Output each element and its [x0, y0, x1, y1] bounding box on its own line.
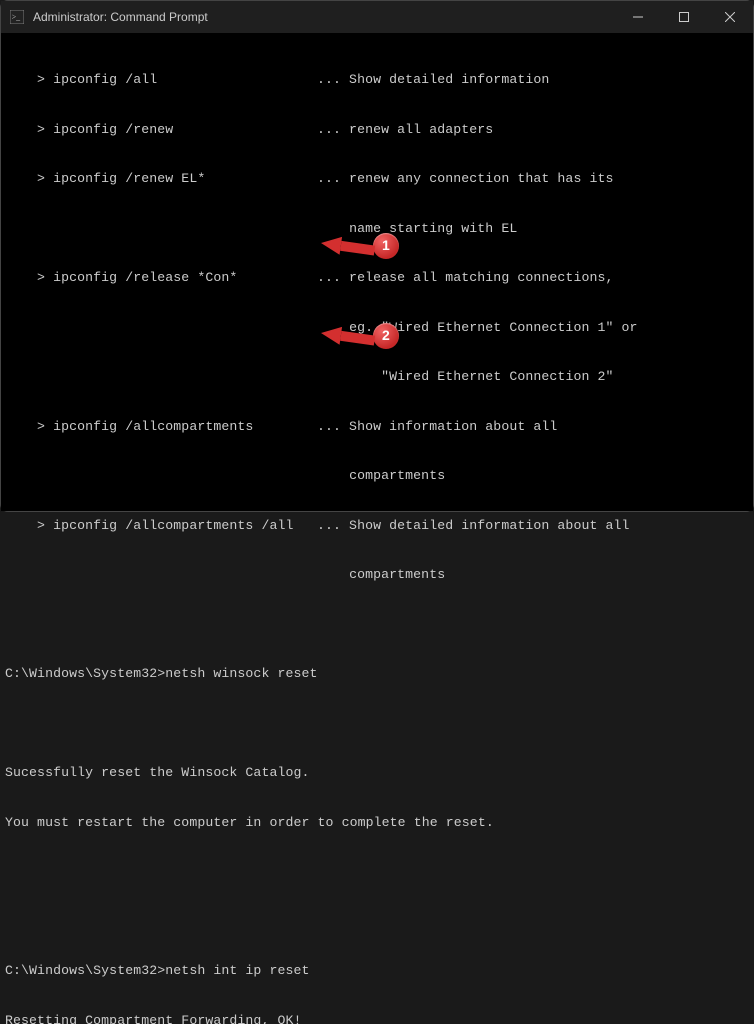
help-cmd	[5, 567, 317, 584]
help-desc: ... renew any connection that has its	[317, 171, 749, 188]
help-cmd	[5, 221, 317, 238]
help-cmd: > ipconfig /renew	[5, 122, 317, 139]
maximize-button[interactable]	[661, 1, 707, 33]
output-line: Sucessfully reset the Winsock Catalog.	[5, 765, 749, 782]
svg-text:>_: >_	[12, 13, 20, 22]
help-desc: ... Show detailed information about all	[317, 518, 749, 535]
help-desc: eg. "Wired Ethernet Connection 1" or	[317, 320, 749, 337]
terminal-body[interactable]: > ipconfig /all... Show detailed informa…	[1, 33, 753, 511]
help-desc: ... Show detailed information	[317, 72, 749, 89]
help-desc: ... release all matching connections,	[317, 270, 749, 287]
help-cmd: > ipconfig /allcompartments /all	[5, 518, 317, 535]
help-cmd	[5, 369, 317, 386]
cmd-icon: >_	[9, 9, 25, 25]
prompt-path: C:\Windows\System32>	[5, 666, 165, 681]
help-cmd: > ipconfig /release *Con*	[5, 270, 317, 287]
help-desc: compartments	[317, 567, 749, 584]
help-desc: ... renew all adapters	[317, 122, 749, 139]
help-desc: compartments	[317, 468, 749, 485]
minimize-button[interactable]	[615, 1, 661, 33]
prompt-command: netsh int ip reset	[165, 963, 309, 978]
window-title: Administrator: Command Prompt	[33, 10, 615, 24]
prompt-path: C:\Windows\System32>	[5, 963, 165, 978]
close-button[interactable]	[707, 1, 753, 33]
output-line: Resetting Compartment Forwarding, OK!	[5, 1013, 749, 1024]
titlebar[interactable]: >_ Administrator: Command Prompt	[1, 1, 753, 33]
help-desc: name starting with EL	[317, 221, 749, 238]
help-cmd	[5, 320, 317, 337]
output-line: You must restart the computer in order t…	[5, 815, 749, 832]
prompt-command: netsh winsock reset	[165, 666, 317, 681]
help-desc: "Wired Ethernet Connection 2"	[317, 369, 749, 386]
window-controls	[615, 1, 753, 33]
help-cmd: > ipconfig /renew EL*	[5, 171, 317, 188]
help-desc: ... Show information about all	[317, 419, 749, 436]
help-cmd: > ipconfig /all	[5, 72, 317, 89]
help-cmd: > ipconfig /allcompartments	[5, 419, 317, 436]
help-cmd	[5, 468, 317, 485]
